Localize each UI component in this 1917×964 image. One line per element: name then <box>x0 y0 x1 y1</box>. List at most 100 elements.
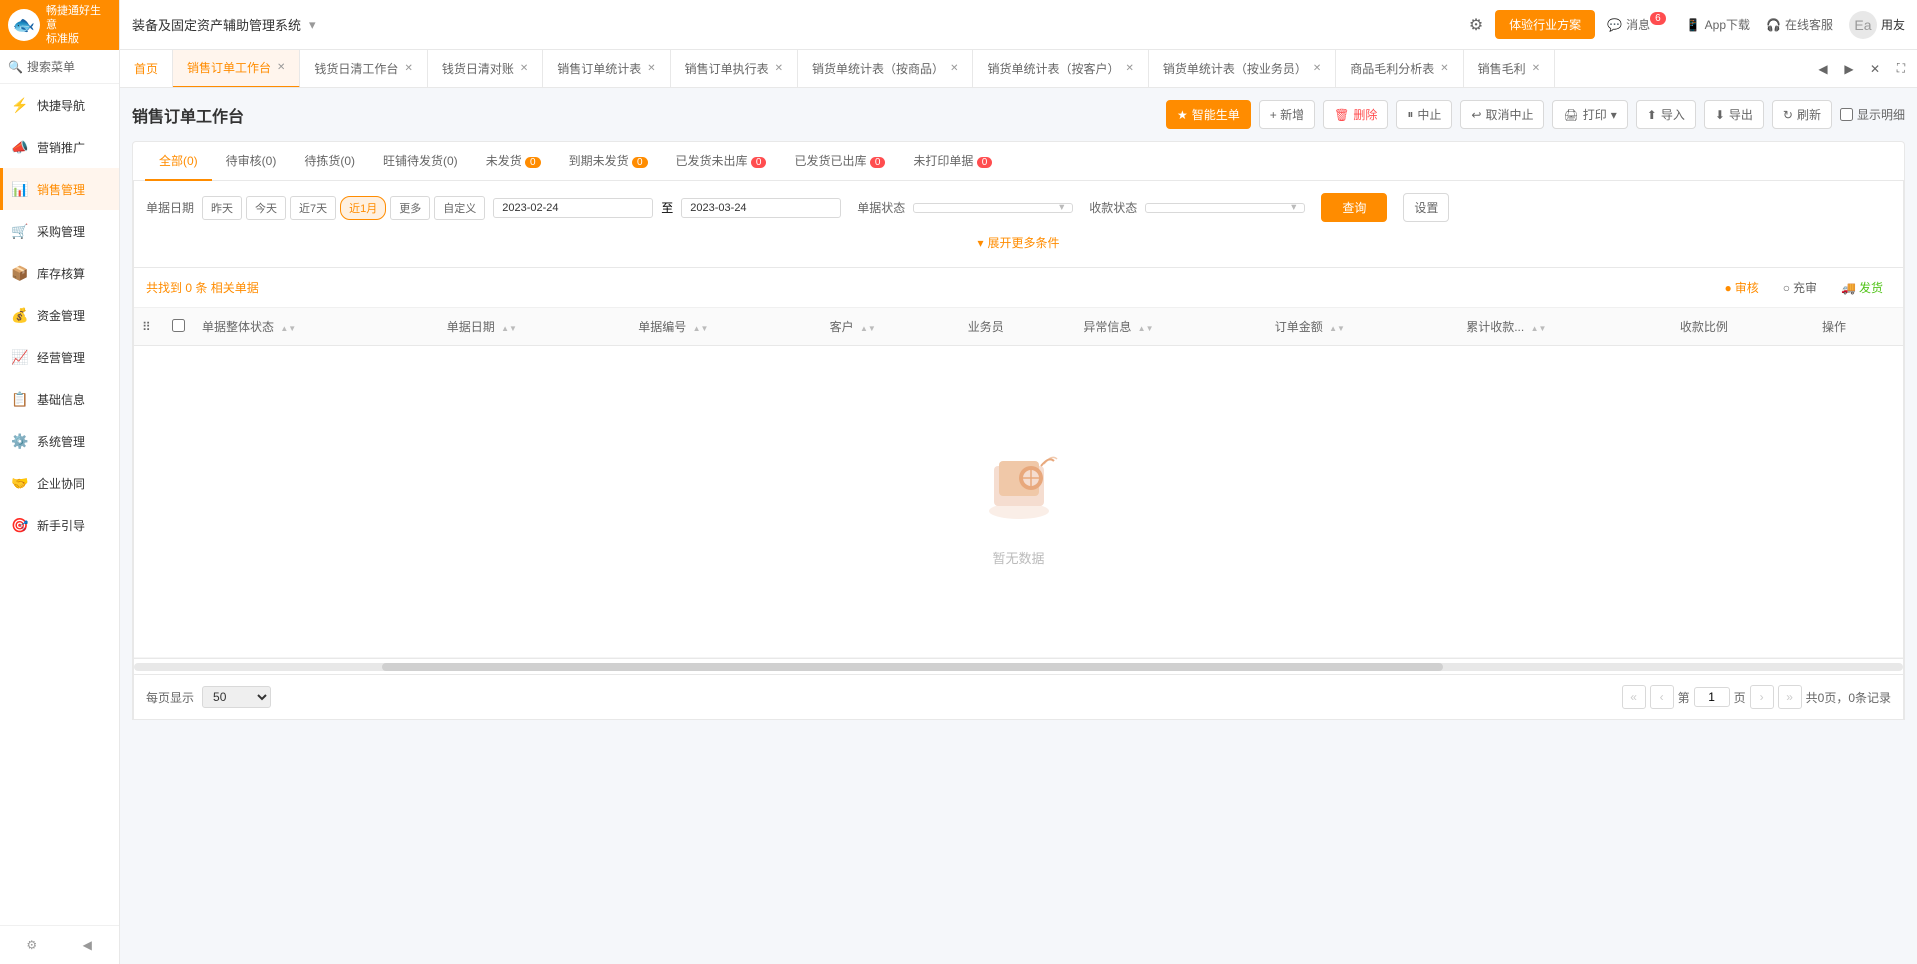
online-service-btn[interactable]: 🎧 在线客服 <box>1766 16 1833 33</box>
sort-number-icon[interactable]: ▲▼ <box>693 324 709 333</box>
tab-close-gross-margin[interactable]: ✕ <box>1440 63 1448 74</box>
sidebar-item-finance[interactable]: 💰 资金管理 <box>0 294 119 336</box>
filter-tab-pending-inspect[interactable]: 待拣货(0) <box>290 142 369 181</box>
sort-exception-icon[interactable]: ▲▼ <box>1138 324 1154 333</box>
sidebar-item-guide[interactable]: 🎯 新手引导 <box>0 504 119 546</box>
print-btn[interactable]: 🖨 打印 ▾ <box>1552 100 1627 129</box>
tab-close-summary-customer[interactable]: ✕ <box>1125 63 1133 74</box>
user-menu[interactable]: Ea 用友 <box>1849 11 1905 39</box>
tab-sales-stats[interactable]: 销售订单统计表 ✕ <box>543 50 670 88</box>
tab-sales-summary-staff[interactable]: 销货单统计表（按业务员） ✕ <box>1149 50 1336 88</box>
tab-cash-reconcile[interactable]: 钱货日清对账 ✕ <box>428 50 543 88</box>
sort-status-icon[interactable]: ▲▼ <box>280 324 296 333</box>
page-last-btn[interactable]: » <box>1778 685 1802 709</box>
sidebar-item-inventory[interactable]: 📦 库存核算 <box>0 252 119 294</box>
system-dropdown-icon[interactable]: ▾ <box>309 17 316 33</box>
tab-home[interactable]: 首页 <box>120 50 173 88</box>
date-to-input[interactable] <box>681 198 841 218</box>
page-next-btn[interactable]: › <box>1750 685 1774 709</box>
sort-customer-icon[interactable]: ▲▼ <box>860 324 876 333</box>
page-prev-btn[interactable]: ‹ <box>1650 685 1674 709</box>
filter-tab-shipped-not-warehoused[interactable]: 已发货未出库 0 <box>662 142 781 181</box>
header-settings-icon[interactable]: ⚙ <box>1469 15 1483 35</box>
date-7days-btn[interactable]: 近7天 <box>290 196 336 220</box>
quick-ship-btn[interactable]: 🚚 发货 <box>1833 276 1891 299</box>
filter-tab-all[interactable]: 全部(0) <box>145 142 212 181</box>
refresh-btn[interactable]: ↻ 刷新 <box>1772 100 1832 129</box>
show-detail-checkbox[interactable] <box>1840 108 1853 121</box>
tab-sales-summary-customer[interactable]: 销货单统计表（按客户） ✕ <box>973 50 1148 88</box>
sidebar-item-marketing[interactable]: 📣 营销推广 <box>0 126 119 168</box>
tab-close-all-btn[interactable]: ✕ <box>1863 57 1887 81</box>
date-1month-btn[interactable]: 近1月 <box>340 196 386 220</box>
message-btn[interactable]: 💬 消息 6 <box>1607 16 1670 33</box>
tab-close-sales-exec[interactable]: ✕ <box>775 63 783 74</box>
sidebar-search[interactable]: 🔍 搜索菜单 <box>0 50 119 84</box>
tab-sales-summary-product[interactable]: 销货单统计表（按商品） ✕ <box>798 50 973 88</box>
tab-close-sales-stats[interactable]: ✕ <box>647 63 655 74</box>
tab-sales-exec[interactable]: 销售订单执行表 ✕ <box>671 50 798 88</box>
filter-tab-wangpu[interactable]: 旺铺待发货(0) <box>369 142 472 181</box>
page-number-input[interactable] <box>1694 687 1730 707</box>
collapse-btn[interactable]: ◀ <box>64 934 112 956</box>
date-today-btn[interactable]: 今天 <box>246 196 286 220</box>
tab-close-cash-reconcile[interactable]: ✕ <box>520 63 528 74</box>
import-btn[interactable]: ⬆ 导入 <box>1636 100 1696 129</box>
col-checkbox[interactable] <box>164 308 194 346</box>
settings-bottom-btn[interactable]: ⚙ <box>8 934 56 956</box>
pause-btn[interactable]: ⏸ 中止 <box>1396 100 1452 129</box>
horizontal-scrollbar[interactable] <box>134 658 1903 674</box>
filter-tab-pending-review[interactable]: 待审核(0) <box>212 142 291 181</box>
tab-cash-daily[interactable]: 钱货日清工作台 ✕ <box>300 50 427 88</box>
tab-close-sales-workbench[interactable]: ✕ <box>277 62 285 73</box>
filter-tab-not-shipped[interactable]: 未发货 0 <box>472 142 555 181</box>
tab-sales-profit[interactable]: 销售毛利 ✕ <box>1464 50 1555 88</box>
add-btn[interactable]: + 新增 <box>1259 100 1315 129</box>
date-more-btn[interactable]: 更多 <box>390 196 430 220</box>
experience-button[interactable]: 体验行业方案 <box>1495 10 1595 39</box>
date-yesterday-btn[interactable]: 昨天 <box>202 196 242 220</box>
filter-tab-shipped-warehoused[interactable]: 已发货已出库 0 <box>780 142 899 181</box>
tab-close-summary-staff[interactable]: ✕ <box>1313 63 1321 74</box>
select-all-checkbox[interactable] <box>172 319 185 332</box>
sidebar-item-sales[interactable]: 📊 销售管理 <box>0 168 119 210</box>
tab-close-cash-daily[interactable]: ✕ <box>404 63 412 74</box>
tab-fullscreen-btn[interactable]: ⛶ <box>1889 57 1913 81</box>
cancel-pause-btn[interactable]: ↩ 取消中止 <box>1460 100 1544 129</box>
tab-close-sales-profit[interactable]: ✕ <box>1532 63 1540 74</box>
search-settings-btn[interactable]: 设置 <box>1403 193 1449 222</box>
search-query-btn[interactable]: 查询 <box>1321 193 1387 222</box>
quick-cancel-review-btn[interactable]: ○ 充审 <box>1775 276 1825 299</box>
sidebar-item-sys-mgmt[interactable]: ⚙️ 系统管理 <box>0 420 119 462</box>
sidebar-item-enterprise[interactable]: 🤝 企业协同 <box>0 462 119 504</box>
delete-btn[interactable]: 🗑 删除 <box>1323 100 1388 129</box>
filter-tab-not-printed[interactable]: 未打印单据 0 <box>899 142 1006 181</box>
tab-next-btn[interactable]: ▶ <box>1837 57 1861 81</box>
scroll-thumb[interactable] <box>382 663 1443 671</box>
page-first-btn[interactable]: « <box>1622 685 1646 709</box>
sort-amount-icon[interactable]: ▲▼ <box>1329 324 1345 333</box>
expand-conditions-btn[interactable]: ▾ 展开更多条件 <box>146 230 1891 255</box>
export-btn[interactable]: ⬇ 导出 <box>1704 100 1764 129</box>
tab-prev-btn[interactable]: ◀ <box>1811 57 1835 81</box>
status-select[interactable]: ▾ <box>913 203 1073 213</box>
date-custom-btn[interactable]: 自定义 <box>434 196 485 220</box>
app-download-btn[interactable]: 📱 App下载 <box>1686 16 1750 33</box>
show-detail-checkbox-label[interactable]: 显示明细 <box>1840 106 1905 123</box>
smart-create-btn[interactable]: ★ 智能生单 <box>1166 100 1251 129</box>
tab-sales-workbench[interactable]: 销售订单工作台 ✕ <box>173 50 300 88</box>
print-dropdown-icon[interactable]: ▾ <box>1611 108 1617 122</box>
quick-review-btn[interactable]: ● 审核 <box>1717 276 1767 299</box>
sidebar-item-operations[interactable]: 📈 经营管理 <box>0 336 119 378</box>
filter-tab-overdue-not-shipped[interactable]: 到期未发货 0 <box>555 142 662 181</box>
tab-gross-margin[interactable]: 商品毛利分析表 ✕ <box>1336 50 1463 88</box>
sidebar-item-basic-info[interactable]: 📋 基础信息 <box>0 378 119 420</box>
sidebar-item-shortcut[interactable]: ⚡ 快捷导航 <box>0 84 119 126</box>
sidebar-item-purchase[interactable]: 🛒 采购管理 <box>0 210 119 252</box>
page-size-select[interactable]: 50 10 20 100 <box>202 686 271 708</box>
tab-close-summary-product[interactable]: ✕ <box>950 63 958 74</box>
sort-received-icon[interactable]: ▲▼ <box>1531 324 1547 333</box>
payment-select[interactable]: ▾ <box>1145 203 1305 213</box>
date-from-input[interactable] <box>493 198 653 218</box>
sort-date-icon[interactable]: ▲▼ <box>501 324 517 333</box>
